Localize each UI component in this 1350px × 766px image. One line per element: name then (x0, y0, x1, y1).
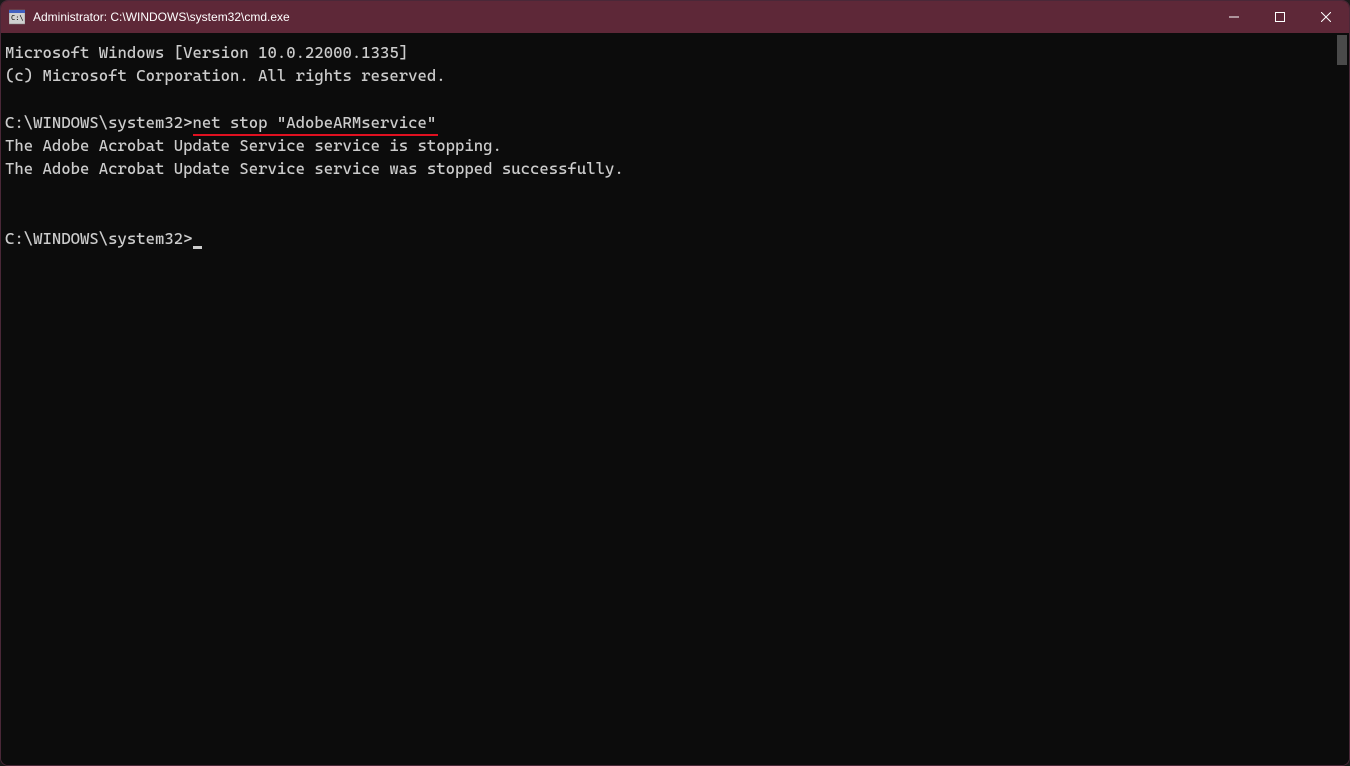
window-title: Administrator: C:\WINDOWS\system32\cmd.e… (33, 10, 290, 24)
minimize-button[interactable] (1211, 1, 1257, 33)
titlebar[interactable]: C:\ Administrator: C:\WINDOWS\system32\c… (1, 1, 1349, 33)
cmd-icon: C:\ (9, 9, 25, 25)
typed-command: net stop "AdobeARMservice" (193, 111, 437, 134)
close-icon (1321, 10, 1331, 25)
cursor (193, 246, 202, 249)
maximize-button[interactable] (1257, 1, 1303, 33)
output-line-1: The Adobe Acrobat Update Service service… (5, 134, 1331, 157)
svg-text:C:\: C:\ (11, 14, 24, 22)
copyright-line: (c) Microsoft Corporation. All rights re… (5, 64, 1331, 87)
blank-line (5, 87, 1331, 110)
prompt-path: C:\WINDOWS\system32> (5, 113, 193, 132)
blank-line (5, 180, 1331, 203)
scrollbar-thumb[interactable] (1337, 35, 1347, 65)
cmd-window: C:\ Administrator: C:\WINDOWS\system32\c… (0, 0, 1350, 766)
scrollbar[interactable] (1335, 33, 1349, 765)
command-line-1: C:\WINDOWS\system32>net stop "AdobeARMse… (5, 111, 1331, 134)
blank-line (5, 203, 1331, 226)
terminal-area: Microsoft Windows [Version 10.0.22000.13… (1, 33, 1349, 765)
terminal-content[interactable]: Microsoft Windows [Version 10.0.22000.13… (1, 33, 1335, 765)
prompt-path: C:\WINDOWS\system32> (5, 229, 193, 248)
titlebar-controls (1211, 1, 1349, 33)
titlebar-left: C:\ Administrator: C:\WINDOWS\system32\c… (9, 9, 290, 25)
minimize-icon (1229, 10, 1239, 25)
maximize-icon (1275, 10, 1285, 25)
close-button[interactable] (1303, 1, 1349, 33)
version-line: Microsoft Windows [Version 10.0.22000.13… (5, 41, 1331, 64)
output-line-2: The Adobe Acrobat Update Service service… (5, 157, 1331, 180)
current-prompt-line: C:\WINDOWS\system32> (5, 227, 1331, 250)
